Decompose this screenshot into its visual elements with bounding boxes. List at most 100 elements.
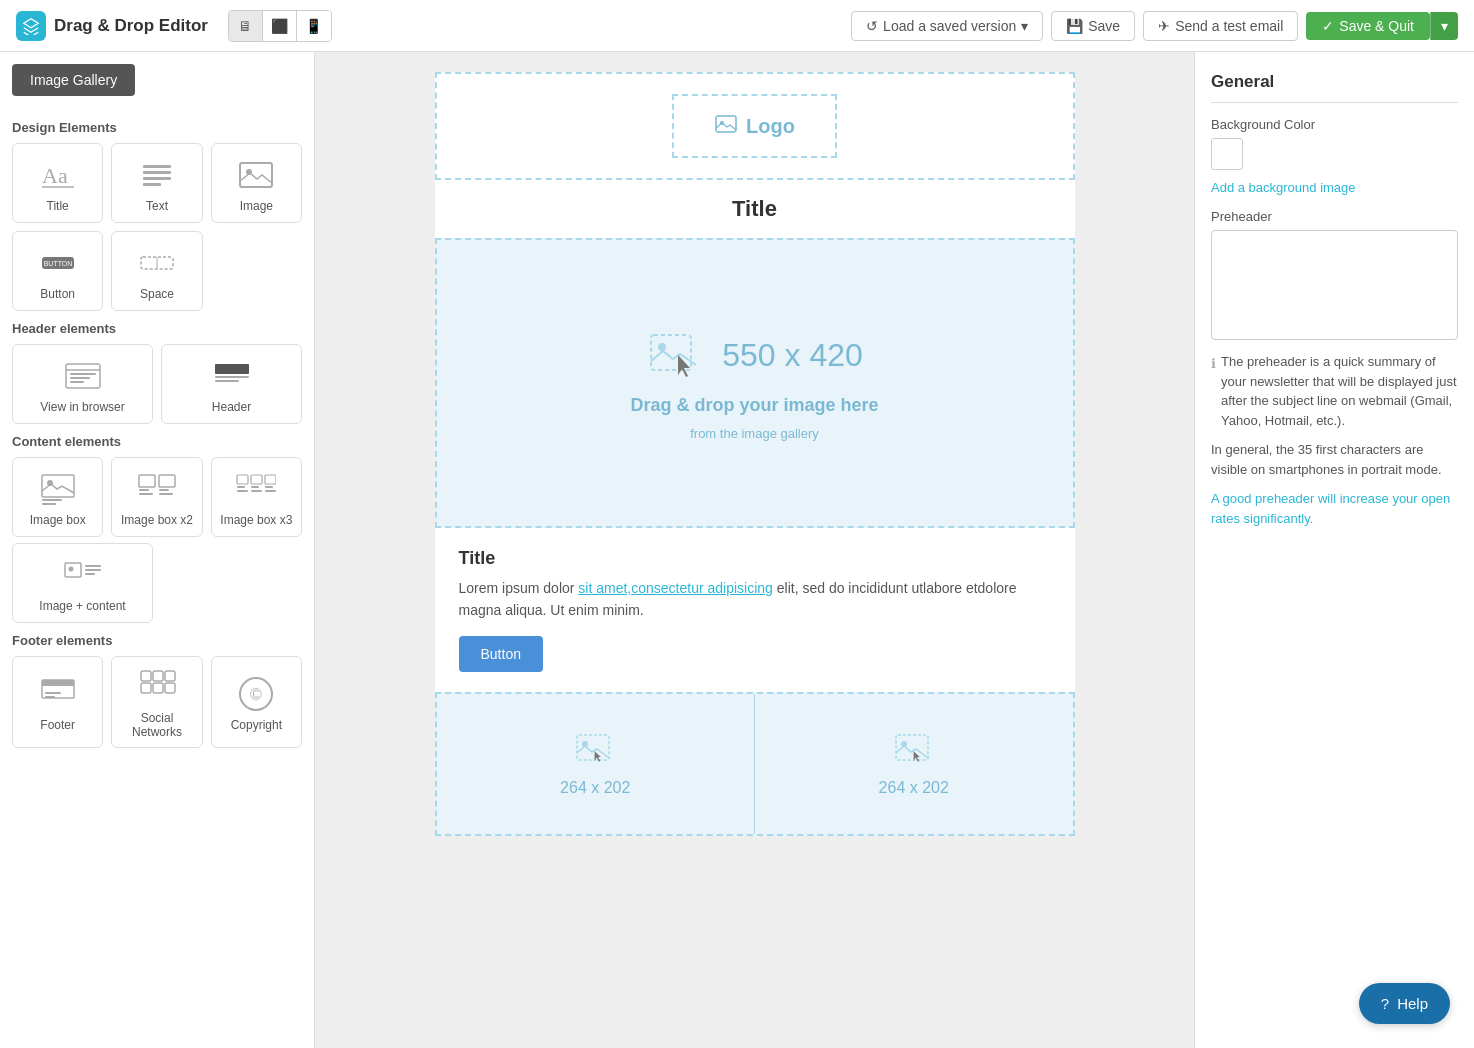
svg-rect-12 [66,364,100,388]
element-text[interactable]: Text [111,143,202,223]
svg-rect-26 [139,489,149,491]
svg-rect-50 [165,671,175,681]
col2-image-icon [894,731,934,771]
save-label: Save [1088,18,1120,34]
svg-rect-23 [42,503,56,505]
svg-rect-28 [139,493,153,495]
desktop-view-btn[interactable]: 🖥 [229,11,263,41]
element-image-box-2[interactable]: Image box x2 [111,457,202,537]
image-icon [236,155,276,195]
svg-rect-45 [42,680,74,686]
image-box-icon [38,469,78,509]
preheader-label: Preheader [1211,209,1458,224]
svg-rect-2 [143,165,171,168]
element-title[interactable]: Aa Title [12,143,103,223]
svg-rect-53 [165,683,175,693]
email-col-1[interactable]: 264 x 202 [437,694,756,834]
content-elements-grid: Image box Image box x2 [12,457,302,537]
svg-rect-17 [215,364,249,374]
element-image-box[interactable]: Image box [12,457,103,537]
logo-placeholder: Logo [672,94,837,158]
save-button[interactable]: 💾 Save [1051,11,1135,41]
email-content-section[interactable]: Title Lorem ipsum dolor sit amet,consect… [435,528,1075,692]
svg-rect-34 [251,486,259,488]
element-image-content[interactable]: Image + content [12,543,153,623]
mobile-view-btn[interactable]: 📱 [297,11,331,41]
element-header[interactable]: Header [161,344,302,424]
load-label: Load a saved version [883,18,1016,34]
dropzone-content: 550 x 420 [646,325,863,385]
svg-rect-15 [70,377,90,379]
test-email-button[interactable]: ✈ Send a test email [1143,11,1298,41]
footer-elements-section-title: Footer elements [12,633,302,648]
email-col-2[interactable]: 264 x 202 [755,694,1073,834]
email-content-text: Lorem ipsum dolor sit amet,consectetur a… [459,577,1051,622]
col1-image-icon [575,731,615,771]
svg-rect-31 [251,475,262,484]
right-panel: General Background Color Add a backgroun… [1194,52,1474,1048]
svg-rect-6 [240,163,272,187]
app-title: Drag & Drop Editor [54,16,208,36]
send-icon: ✈ [1158,18,1170,34]
image-dropzone[interactable]: 550 x 420 Drag & drop your image here fr… [435,238,1075,528]
sidebar: Image Gallery Design Elements Aa Title [0,52,315,1048]
header-elements-section-title: Header elements [12,321,302,336]
svg-rect-35 [265,486,273,488]
tablet-view-btn[interactable]: ⬛ [263,11,297,41]
svg-rect-22 [42,499,62,501]
svg-rect-61 [577,735,609,760]
background-color-swatch[interactable] [1211,138,1243,170]
svg-point-59 [658,343,666,351]
checkmark-icon: ✓ [1322,18,1334,34]
email-content-button[interactable]: Button [459,636,543,672]
save-quit-button[interactable]: ✓ Save & Quit [1306,12,1430,40]
test-email-label: Send a test email [1175,18,1283,34]
content-link[interactable]: sit amet,consectetur adipisicing [578,580,773,596]
email-logo-section[interactable]: Logo [435,72,1075,180]
load-version-button[interactable]: ↺ Load a saved version ▾ [851,11,1043,41]
logo-icon [16,11,46,41]
svg-text:BUTTON: BUTTON [43,260,72,267]
element-space[interactable]: Space [111,231,202,311]
element-button[interactable]: BUTTON Button [12,231,103,311]
dropzone-image-icon [646,325,706,385]
email-title-section[interactable]: Title [435,180,1075,238]
svg-rect-4 [143,177,171,180]
help-button[interactable]: ? Help [1359,983,1450,1024]
email-canvas[interactable]: Logo Title 550 x 420 [315,52,1194,1048]
element-view-browser[interactable]: View in browser [12,344,153,424]
svg-rect-41 [85,565,101,567]
svg-rect-52 [153,683,163,693]
view-browser-label: View in browser [40,400,124,414]
button-label: Button [40,287,75,301]
image-box-2-label: Image box x2 [121,513,193,527]
footer-icon [38,674,78,714]
save-quit-dropdown-button[interactable]: ▾ [1430,12,1458,40]
element-copyright[interactable]: © Copyright [211,656,302,748]
preheader-highlight: A good preheader will increase your open… [1211,489,1458,528]
svg-rect-38 [265,490,276,492]
content-text-before: Lorem ipsum dolor [459,580,579,596]
element-image[interactable]: Image [211,143,302,223]
preheader-textarea[interactable] [1211,230,1458,340]
content-elements-section-title: Content elements [12,434,302,449]
svg-rect-49 [153,671,163,681]
add-background-image-link[interactable]: Add a background image [1211,180,1458,195]
svg-rect-30 [237,475,248,484]
load-icon: ↺ [866,18,878,34]
design-elements-section-title: Design Elements [12,120,302,135]
svg-rect-25 [159,475,175,487]
svg-rect-43 [85,573,95,575]
image-gallery-button[interactable]: Image Gallery [12,64,135,96]
preheader-note: In general, the 35 first characters are … [1211,440,1458,479]
element-social-networks[interactable]: Social Networks [111,656,202,748]
image-content-icon [63,555,103,595]
element-footer[interactable]: Footer [12,656,103,748]
svg-rect-37 [251,490,262,492]
svg-rect-24 [139,475,155,487]
image-label: Image [240,199,273,213]
image-box-2-icon [137,469,177,509]
app-logo: Drag & Drop Editor [16,11,208,41]
element-image-box-3[interactable]: Image box x3 [211,457,302,537]
image-content-label: Image + content [39,599,125,613]
